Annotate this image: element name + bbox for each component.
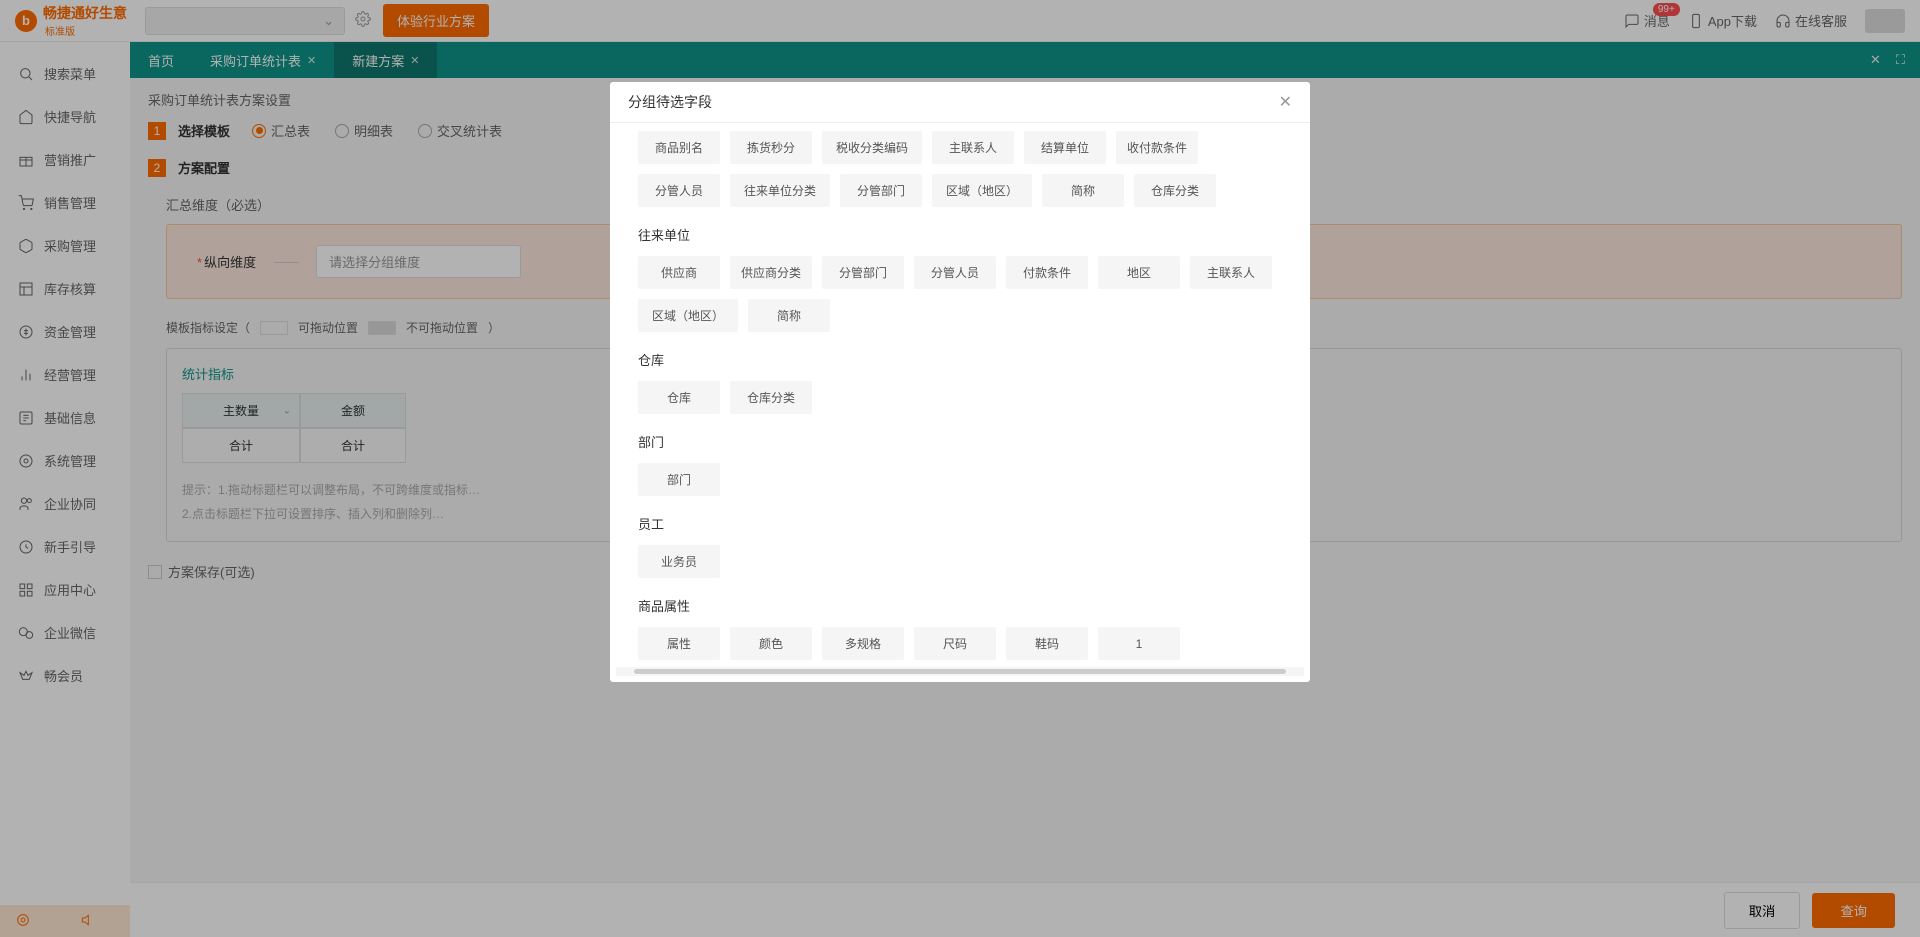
field-chip[interactable]: 业务员 bbox=[638, 545, 720, 578]
group-title: 商品属性 bbox=[638, 596, 1282, 615]
field-chip[interactable]: 主联系人 bbox=[1190, 256, 1272, 289]
field-chip[interactable]: 付款条件 bbox=[1006, 256, 1088, 289]
field-group: 商品属性属性颜色多规格尺码鞋码 1 bbox=[638, 596, 1282, 660]
field-chip[interactable]: 分管部门 bbox=[840, 174, 922, 207]
field-chip[interactable]: 简称 bbox=[1042, 174, 1124, 207]
group-title: 仓库 bbox=[638, 350, 1282, 369]
field-group: 往来单位供应商供应商分类分管部门分管人员付款条件地区主联系人区域（地区） 简称 bbox=[638, 225, 1282, 332]
group-title: 部门 bbox=[638, 432, 1282, 451]
field-chip[interactable]: 1 bbox=[1098, 627, 1180, 660]
field-chip[interactable]: 拣货秒分 bbox=[730, 131, 812, 164]
field-group: 商品别名拣货秒分税收分类编码主联系人结算单位收付款条件分管人员往来单位分类分管部… bbox=[638, 131, 1282, 207]
field-chip[interactable]: 区域（地区） bbox=[932, 174, 1032, 207]
field-chip[interactable]: 仓库分类 bbox=[730, 381, 812, 414]
field-chip[interactable]: 分管部门 bbox=[822, 256, 904, 289]
field-chip[interactable]: 收付款条件 bbox=[1116, 131, 1198, 164]
field-chip[interactable]: 仓库分类 bbox=[1134, 174, 1216, 207]
field-chip[interactable]: 供应商 bbox=[638, 256, 720, 289]
field-chip[interactable]: 多规格 bbox=[822, 627, 904, 660]
group-title: 员工 bbox=[638, 514, 1282, 533]
field-group: 员工业务员 bbox=[638, 514, 1282, 578]
group-title: 往来单位 bbox=[638, 225, 1282, 244]
field-chip[interactable]: 简称 bbox=[748, 299, 830, 332]
field-chip[interactable]: 结算单位 bbox=[1024, 131, 1106, 164]
modal-title: 分组待选字段 bbox=[628, 92, 712, 112]
field-chip[interactable]: 往来单位分类 bbox=[730, 174, 830, 207]
field-chip[interactable]: 区域（地区） bbox=[638, 299, 738, 332]
field-group: 仓库仓库仓库分类 bbox=[638, 350, 1282, 414]
field-chip[interactable]: 地区 bbox=[1098, 256, 1180, 289]
field-group: 部门部门 bbox=[638, 432, 1282, 496]
field-chip[interactable]: 尺码 bbox=[914, 627, 996, 660]
field-chip[interactable]: 分管人员 bbox=[638, 174, 720, 207]
field-chip[interactable]: 供应商分类 bbox=[730, 256, 812, 289]
modal-close-button[interactable]: ✕ bbox=[1279, 92, 1292, 112]
field-selector-modal: 分组待选字段 ✕ 商品别名拣货秒分税收分类编码主联系人结算单位收付款条件分管人员… bbox=[610, 82, 1310, 682]
horizontal-scrollbar[interactable] bbox=[616, 667, 1304, 676]
field-chip[interactable]: 商品别名 bbox=[638, 131, 720, 164]
field-chip[interactable]: 仓库 bbox=[638, 381, 720, 414]
field-chip[interactable]: 属性 bbox=[638, 627, 720, 660]
field-chip[interactable]: 分管人员 bbox=[914, 256, 996, 289]
field-chip[interactable]: 鞋码 bbox=[1006, 627, 1088, 660]
field-chip[interactable]: 部门 bbox=[638, 463, 720, 496]
field-chip[interactable]: 颜色 bbox=[730, 627, 812, 660]
field-chip[interactable]: 主联系人 bbox=[932, 131, 1014, 164]
field-chip[interactable]: 税收分类编码 bbox=[822, 131, 922, 164]
